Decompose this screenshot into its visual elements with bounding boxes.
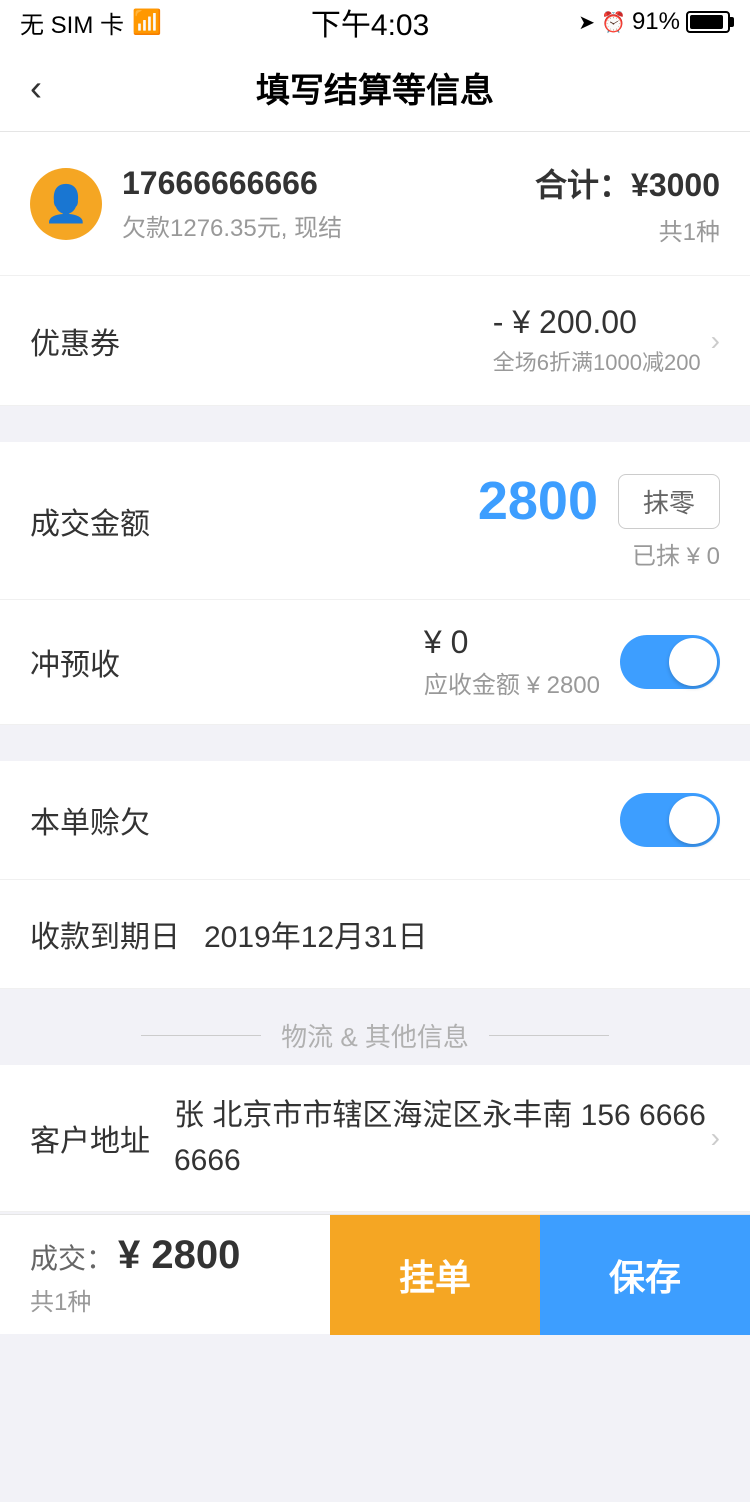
footer-deal-label: 成交： [30,1237,114,1277]
debt-row: 本单赊欠 [0,761,750,880]
coupon-discount: - ¥ 200.00 [493,304,701,341]
location-icon: ➤ [578,10,595,35]
amount-label: 成交金额 [30,499,150,543]
chevron-right-icon: › [711,325,720,357]
battery-percent: 91% [632,8,680,36]
amount-section: 成交金额 2800 抹零 已抹 ¥ 0 冲预收 ¥ 0 应收金额 ¥ 2800 [0,442,750,725]
due-date-label: 收款到期日 [30,912,180,956]
save-button[interactable]: 保存 [540,1215,750,1335]
user-icon: 👤 [44,183,89,225]
pending-button[interactable]: 挂单 [330,1215,540,1335]
amount-row: 成交金额 2800 抹零 已抹 ¥ 0 [0,442,750,600]
amount-sub-text: 已抹 ¥ 0 [632,536,720,571]
prepay-amount: ¥ 0 [424,624,600,661]
prepay-label: 冲预收 [30,640,120,684]
coupon-desc: 全场6折满1000减200 [493,345,701,377]
logistics-label: 物流 & 其他信息 [281,1017,469,1054]
carrier-text: 无 SIM 卡 [20,5,124,40]
sep-line-right [489,1035,609,1036]
total-label: 合计： [535,167,631,203]
debt-toggle[interactable] [620,793,720,847]
address-value: 张 北京市市辖区海淀区永丰南 156 6666 6666 [174,1093,711,1183]
page-title: 填写结算等信息 [256,63,494,112]
footer-info: 成交： ¥ 2800 共1种 [0,1233,330,1317]
debt-toggle-knob [669,796,717,844]
logistics-text: 物流 & 其他信息 [141,1017,609,1054]
address-label: 客户地址 [30,1116,150,1160]
due-date-row: 收款到期日 2019年12月31日 [0,880,750,989]
customer-section: 👤 17666666666 欠款1276.35元, 现结 合计：¥3000 共1… [0,132,750,406]
footer-deal-amount: ¥ 2800 [118,1233,240,1278]
back-button[interactable]: ‹ [30,57,52,119]
toggle-knob [669,638,717,686]
round-button[interactable]: 抹零 [618,474,720,529]
coupon-row[interactable]: 优惠券 - ¥ 200.00 全场6折满1000减200 › [0,276,750,406]
customer-info: 17666666666 欠款1276.35元, 现结 [122,165,535,243]
debt-label: 本单赊欠 [30,798,150,842]
gray-separator-1 [0,422,750,442]
logistics-separator: 物流 & 其他信息 [0,1005,750,1065]
status-left: 无 SIM 卡 📶 [20,5,162,40]
avatar: 👤 [30,168,102,240]
wifi-icon: 📶 [132,8,162,37]
nav-bar: ‹ 填写结算等信息 [0,44,750,132]
address-chevron-icon: › [711,1122,720,1154]
prepay-toggle[interactable] [620,635,720,689]
due-date-value: 2019年12月31日 [204,912,427,956]
status-bar: 无 SIM 卡 📶 下午4:03 ➤ ⏰ 91% [0,0,750,44]
total-count: 共1种 [535,212,720,247]
prepay-row: 冲预收 ¥ 0 应收金额 ¥ 2800 [0,600,750,725]
total-amount: 合计：¥3000 [535,160,720,206]
total-value: ¥3000 [631,167,720,203]
customer-total: 合计：¥3000 共1种 [535,160,720,247]
alarm-icon: ⏰ [601,10,626,35]
sep-line-left [141,1035,261,1036]
footer-count: 共1种 [30,1282,300,1317]
gray-separator-3 [0,989,750,1005]
customer-sub-text: 欠款1276.35元, 现结 [122,208,535,243]
status-time: 下午4:03 [311,0,429,44]
amount-value: 2800 [478,470,598,532]
gray-separator-2 [0,741,750,761]
customer-phone: 17666666666 [122,165,535,202]
battery-icon [686,11,730,33]
coupon-label: 优惠券 [30,319,120,363]
footer: 成交： ¥ 2800 共1种 挂单 保存 [0,1214,750,1334]
address-row[interactable]: 客户地址 张 北京市市辖区海淀区永丰南 156 6666 6666 › [0,1065,750,1212]
status-right: ➤ ⏰ 91% [578,8,730,36]
customer-row: 👤 17666666666 欠款1276.35元, 现结 合计：¥3000 共1… [0,132,750,276]
prepay-sub-text: 应收金额 ¥ 2800 [424,665,600,700]
